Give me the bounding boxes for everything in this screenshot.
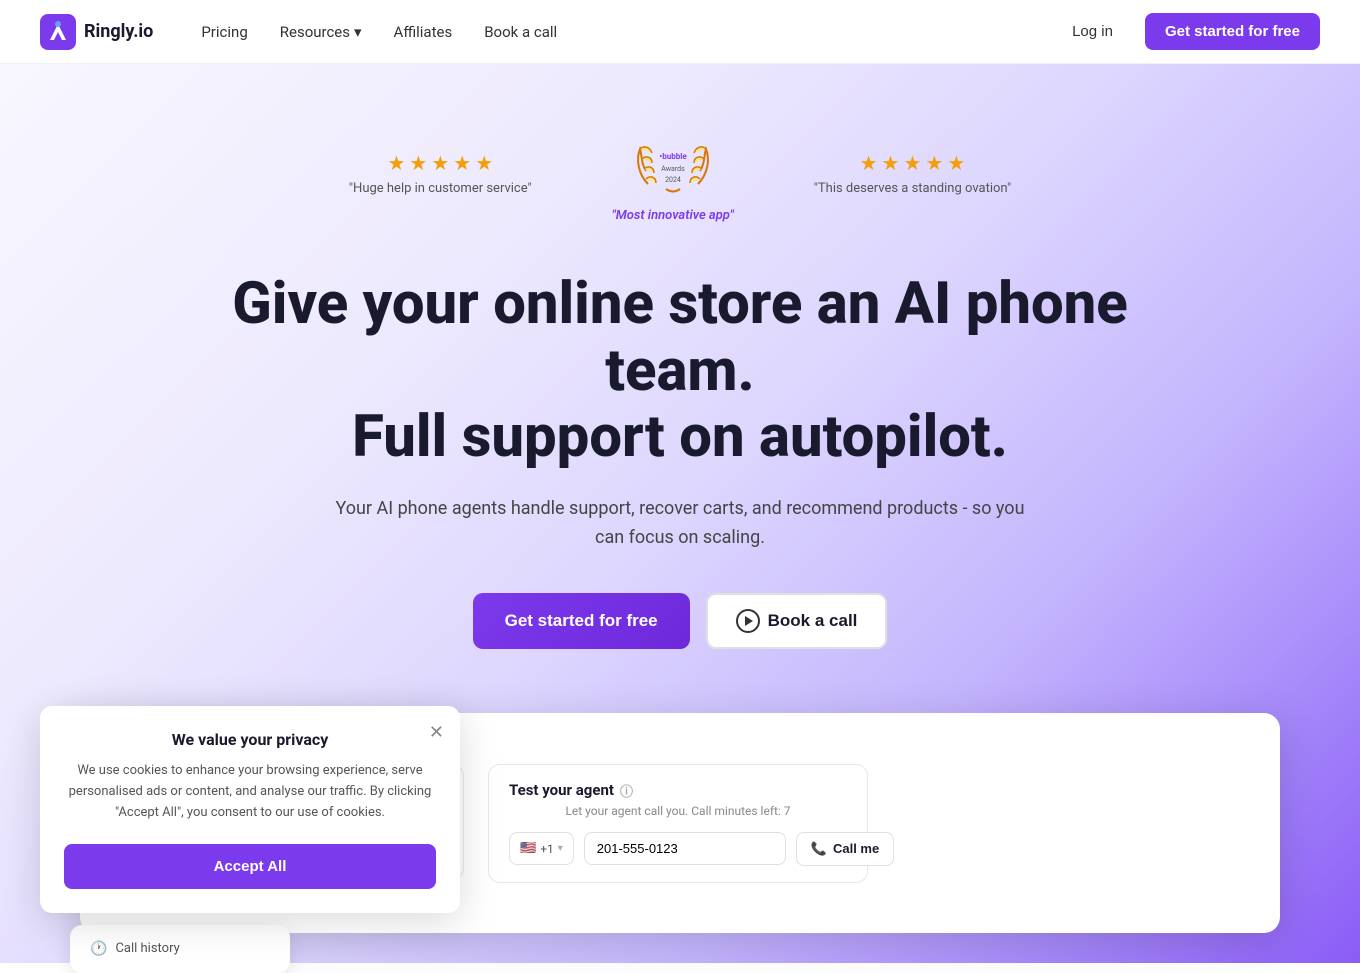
hero-section: ★ ★ ★ ★ ★ "Huge help in customer service… bbox=[0, 64, 1360, 963]
nav-right: Log in Get started for free bbox=[1056, 13, 1320, 50]
star-r-3: ★ bbox=[903, 151, 921, 175]
flag-chevron: ▾ bbox=[558, 843, 563, 854]
cookie-title: We value your privacy bbox=[64, 730, 436, 749]
headline-line1: Give your online store an AI phone team. bbox=[232, 270, 1127, 405]
hero-subheadline: Your AI phone agents handle support, rec… bbox=[330, 495, 1030, 553]
accept-all-button[interactable]: Accept All bbox=[64, 844, 436, 889]
nav-affiliates[interactable]: Affiliates bbox=[394, 23, 453, 41]
navbar: Ringly.io Pricing Resources ▾ Affiliates… bbox=[0, 0, 1360, 64]
info-icon: ⓘ bbox=[620, 781, 633, 800]
cookie-close-button[interactable]: ✕ bbox=[429, 722, 444, 743]
star-r-2: ★ bbox=[882, 151, 900, 175]
hero-get-started-button[interactable]: Get started for free bbox=[473, 593, 690, 649]
chevron-down-icon: ▾ bbox=[354, 23, 362, 41]
svg-text:Awards: Awards bbox=[661, 165, 685, 173]
star-r-1: ★ bbox=[860, 151, 878, 175]
award-left: ★ ★ ★ ★ ★ "Huge help in customer service… bbox=[349, 151, 532, 196]
flag-select[interactable]: 🇺🇸 +1 ▾ bbox=[509, 832, 574, 865]
call-history-item: 🕐 Call history bbox=[90, 941, 270, 957]
phone-icon: 📞 bbox=[811, 841, 827, 857]
bubble-laurel-svg: •bubble Awards 2024 bbox=[628, 129, 718, 199]
logo-text: Ringly.io bbox=[84, 21, 153, 42]
bubble-caption: "Most innovative app" bbox=[612, 208, 734, 223]
bubble-award: •bubble Awards 2024 "Most innovative app… bbox=[612, 124, 734, 223]
test-agent-subtitle: Let your agent call you. Call minutes le… bbox=[509, 804, 847, 818]
svg-text:2024: 2024 bbox=[665, 176, 681, 184]
award-right: ★ ★ ★ ★ ★ "This deserves a standing ovat… bbox=[814, 151, 1011, 196]
clock-icon: 🕐 bbox=[90, 941, 107, 957]
cookie-banner: ✕ We value your privacy We use cookies t… bbox=[40, 706, 460, 912]
nav-links: Pricing Resources ▾ Affiliates Book a ca… bbox=[201, 23, 1056, 41]
star-4: ★ bbox=[453, 151, 471, 175]
stars-right: ★ ★ ★ ★ ★ bbox=[814, 151, 1011, 175]
book-call-label: Book a call bbox=[768, 611, 858, 631]
award-left-text: "Huge help in customer service" bbox=[349, 181, 532, 196]
logo[interactable]: Ringly.io bbox=[40, 14, 153, 50]
preview-right: Test your agent ⓘ Let your agent call yo… bbox=[488, 764, 1256, 883]
country-code: +1 bbox=[540, 842, 554, 856]
play-triangle bbox=[745, 616, 753, 626]
call-history-label: Call history bbox=[115, 941, 179, 956]
svg-text:•bubble: •bubble bbox=[659, 152, 687, 161]
awards-row: ★ ★ ★ ★ ★ "Huge help in customer service… bbox=[40, 124, 1320, 223]
bubble-badge: •bubble Awards 2024 bbox=[628, 124, 718, 204]
call-me-button[interactable]: 📞 Call me bbox=[796, 832, 894, 866]
star-3: ★ bbox=[431, 151, 449, 175]
cookie-body: We use cookies to enhance your browsing … bbox=[64, 761, 436, 823]
star-r-4: ★ bbox=[925, 151, 943, 175]
sidebar-preview: 🕐 Call history bbox=[70, 925, 290, 973]
test-agent-card: Test your agent ⓘ Let your agent call yo… bbox=[488, 764, 868, 883]
star-r-5: ★ bbox=[947, 151, 965, 175]
stars-left: ★ ★ ★ ★ ★ bbox=[349, 151, 532, 175]
star-5: ★ bbox=[475, 151, 493, 175]
cta-row: Get started for free Book a call bbox=[40, 593, 1320, 649]
logo-icon bbox=[40, 14, 76, 50]
nav-get-started-button[interactable]: Get started for free bbox=[1145, 13, 1320, 50]
call-me-label: Call me bbox=[833, 841, 879, 856]
star-2: ★ bbox=[409, 151, 427, 175]
hero-book-call-button[interactable]: Book a call bbox=[706, 593, 888, 649]
flag-emoji: 🇺🇸 bbox=[520, 841, 536, 856]
login-button[interactable]: Log in bbox=[1056, 15, 1129, 48]
award-right-text: "This deserves a standing ovation" bbox=[814, 181, 1011, 196]
hero-headline: Give your online store an AI phone team.… bbox=[230, 271, 1130, 471]
nav-book-call[interactable]: Book a call bbox=[484, 23, 557, 41]
play-icon bbox=[736, 609, 760, 633]
nav-pricing[interactable]: Pricing bbox=[201, 23, 247, 41]
test-input-row: 🇺🇸 +1 ▾ 📞 Call me bbox=[509, 832, 847, 866]
test-agent-title: Test your agent ⓘ bbox=[509, 781, 847, 800]
phone-input[interactable] bbox=[584, 832, 786, 865]
star-1: ★ bbox=[387, 151, 405, 175]
nav-resources[interactable]: Resources ▾ bbox=[280, 23, 362, 41]
headline-line2: Full support on autopilot. bbox=[352, 403, 1008, 471]
